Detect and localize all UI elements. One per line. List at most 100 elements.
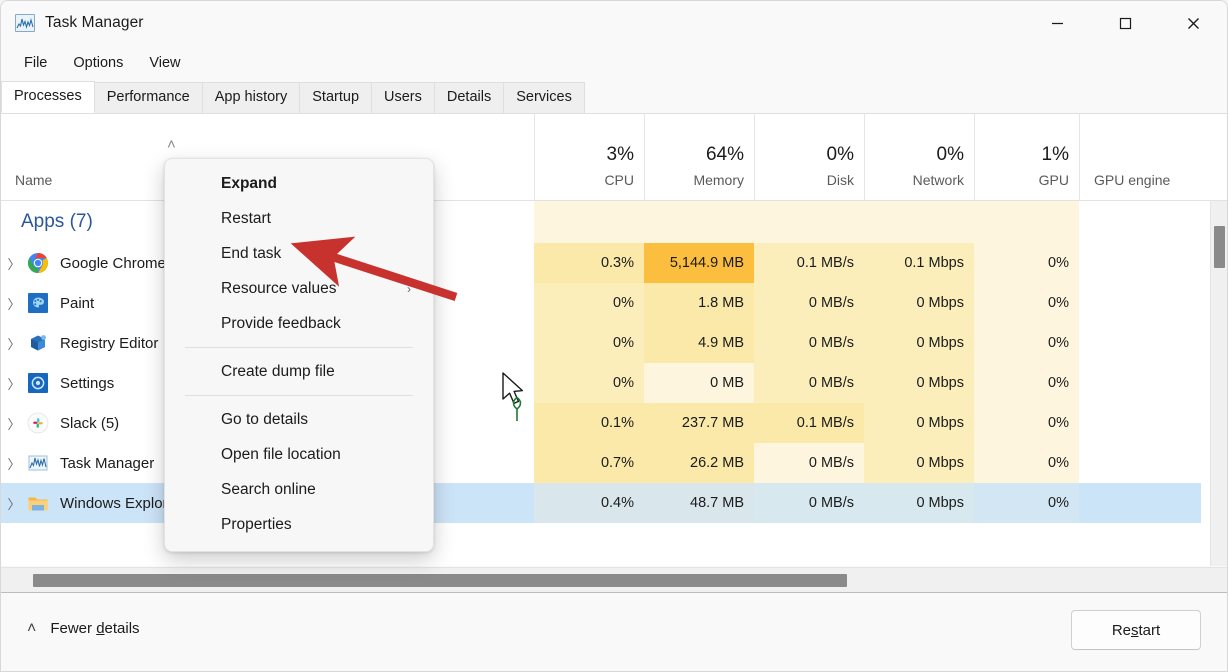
vertical-scrollbar[interactable] — [1210, 201, 1227, 566]
cell-memory: 237.7 MB — [644, 403, 754, 443]
chevron-right-icon[interactable]: 〉 — [1, 254, 27, 273]
menu-options[interactable]: Options — [62, 51, 134, 75]
chevron-right-icon[interactable]: 〉 — [1, 294, 27, 313]
context-menu-separator — [185, 347, 413, 348]
context-menu-separator — [185, 395, 413, 396]
chevron-right-icon[interactable]: 〉 — [1, 374, 27, 393]
process-name: Google Chrome — [60, 254, 166, 272]
fewer-details-label: Fewer details — [50, 620, 140, 637]
group-header-heat-band — [534, 201, 1079, 243]
task-manager-window: Task Manager File Options View Processes… — [0, 0, 1228, 672]
restart-button-label: Restart — [1111, 621, 1161, 639]
chevron-right-icon[interactable]: 〉 — [1, 414, 27, 433]
process-name: Task Manager — [60, 454, 155, 472]
window-title: Task Manager — [45, 14, 144, 31]
cell-disk: 0 MB/s — [754, 363, 864, 403]
cell-network: 0 Mbps — [864, 363, 974, 403]
column-header-gpu-engine[interactable]: GPU engine — [1079, 114, 1227, 200]
process-name: Paint — [60, 294, 95, 312]
taskmanager-chart-icon — [15, 14, 35, 32]
cell-memory: 1.8 MB — [644, 283, 754, 323]
maximize-button[interactable] — [1091, 1, 1159, 45]
chevron-right-icon[interactable]: 〉 — [1, 494, 27, 513]
slack-icon — [27, 412, 49, 434]
context-menu-item-properties[interactable]: Properties — [165, 507, 433, 542]
column-header-memory[interactable]: 64% Memory — [644, 114, 754, 200]
tab-strip: Processes Performance App history Startu… — [1, 81, 1227, 114]
cell-cpu: 0% — [534, 323, 644, 363]
menu-file[interactable]: File — [13, 51, 58, 75]
cell-network: 0 Mbps — [864, 443, 974, 483]
cell-cpu: 0.4% — [534, 483, 644, 523]
title-bar-left: Task Manager — [1, 14, 144, 32]
cell-cpu: 0% — [534, 363, 644, 403]
context-menu-item-search-online[interactable]: Search online — [165, 472, 433, 507]
paint-icon — [27, 292, 49, 314]
cell-gpu: 0% — [974, 403, 1079, 443]
cell-network: 0.1 Mbps — [864, 243, 974, 283]
tab-app-history[interactable]: App history — [201, 82, 301, 113]
settings-icon — [27, 372, 49, 394]
chrome-icon — [27, 252, 49, 274]
process-name: Slack (5) — [60, 414, 120, 432]
cell-network: 0 Mbps — [864, 283, 974, 323]
cell-cpu: 0% — [534, 283, 644, 323]
fewer-details-button[interactable]: ˄ Fewer details — [19, 614, 148, 643]
title-bar: Task Manager — [1, 1, 1227, 45]
column-header-gpu[interactable]: 1% GPU — [974, 114, 1079, 200]
cell-disk: 0 MB/s — [754, 483, 864, 523]
column-header-cpu[interactable]: 3% CPU — [534, 114, 644, 200]
cell-gpu: 0% — [974, 483, 1079, 523]
cell-memory: 0 MB — [644, 363, 754, 403]
cell-memory: 48.7 MB — [644, 483, 754, 523]
close-button[interactable] — [1159, 1, 1227, 45]
chevron-right-icon[interactable]: 〉 — [1, 454, 27, 473]
window-frame: Task Manager File Options View Processes… — [0, 0, 1228, 672]
minimize-button[interactable] — [1023, 1, 1091, 45]
taskmanager-chart-icon — [27, 452, 49, 474]
tab-performance[interactable]: Performance — [93, 82, 203, 113]
window-controls — [1023, 1, 1227, 45]
horizontal-scrollbar[interactable] — [1, 567, 1227, 593]
tab-details[interactable]: Details — [433, 82, 505, 113]
cell-network: 0 Mbps — [864, 403, 974, 443]
cell-cpu: 0.3% — [534, 243, 644, 283]
horizontal-scrollbar-thumb[interactable] — [33, 574, 847, 587]
vertical-scrollbar-thumb[interactable] — [1214, 226, 1225, 268]
context-menu-item-end-task[interactable]: End task — [165, 236, 433, 271]
folder-icon — [27, 492, 49, 514]
tab-services[interactable]: Services — [503, 82, 585, 113]
context-menu-item-go-to-details[interactable]: Go to details — [165, 402, 433, 437]
tab-processes[interactable]: Processes — [1, 81, 95, 113]
context-menu-item-provide-feedback[interactable]: Provide feedback — [165, 306, 433, 341]
menu-view[interactable]: View — [138, 51, 191, 75]
cell-memory: 5,144.9 MB — [644, 243, 754, 283]
context-menu-item-label: Resource values — [221, 279, 337, 297]
context-menu-item-expand[interactable]: Expand — [165, 166, 433, 201]
cell-gpu: 0% — [974, 363, 1079, 403]
registry-editor-icon — [27, 332, 49, 354]
group-header-label: Apps (7) — [21, 211, 93, 232]
menu-bar: File Options View — [1, 45, 1227, 81]
context-menu-item-open-file-location[interactable]: Open file location — [165, 437, 433, 472]
cell-disk: 0.1 MB/s — [754, 403, 864, 443]
chevron-right-icon[interactable]: 〉 — [1, 334, 27, 353]
cell-memory: 4.9 MB — [644, 323, 754, 363]
restart-button[interactable]: Restart — [1071, 610, 1201, 650]
tab-startup[interactable]: Startup — [299, 82, 373, 113]
context-menu-item-resource-values[interactable]: Resource values › — [165, 271, 433, 306]
cell-disk: 0 MB/s — [754, 443, 864, 483]
process-name: Windows Explorer — [60, 494, 181, 512]
cell-disk: 0 MB/s — [754, 323, 864, 363]
column-header-network[interactable]: 0% Network — [864, 114, 974, 200]
cell-network: 0 Mbps — [864, 483, 974, 523]
cell-disk: 0 MB/s — [754, 283, 864, 323]
context-menu-item-create-dump-file[interactable]: Create dump file — [165, 354, 433, 389]
context-menu-item-restart[interactable]: Restart — [165, 201, 433, 236]
column-header-disk[interactable]: 0% Disk — [754, 114, 864, 200]
cell-gpu: 0% — [974, 243, 1079, 283]
tab-users[interactable]: Users — [371, 82, 435, 113]
chevron-up-icon: ˄ — [27, 619, 37, 637]
cell-cpu: 0.7% — [534, 443, 644, 483]
cell-cpu: 0.1% — [534, 403, 644, 443]
